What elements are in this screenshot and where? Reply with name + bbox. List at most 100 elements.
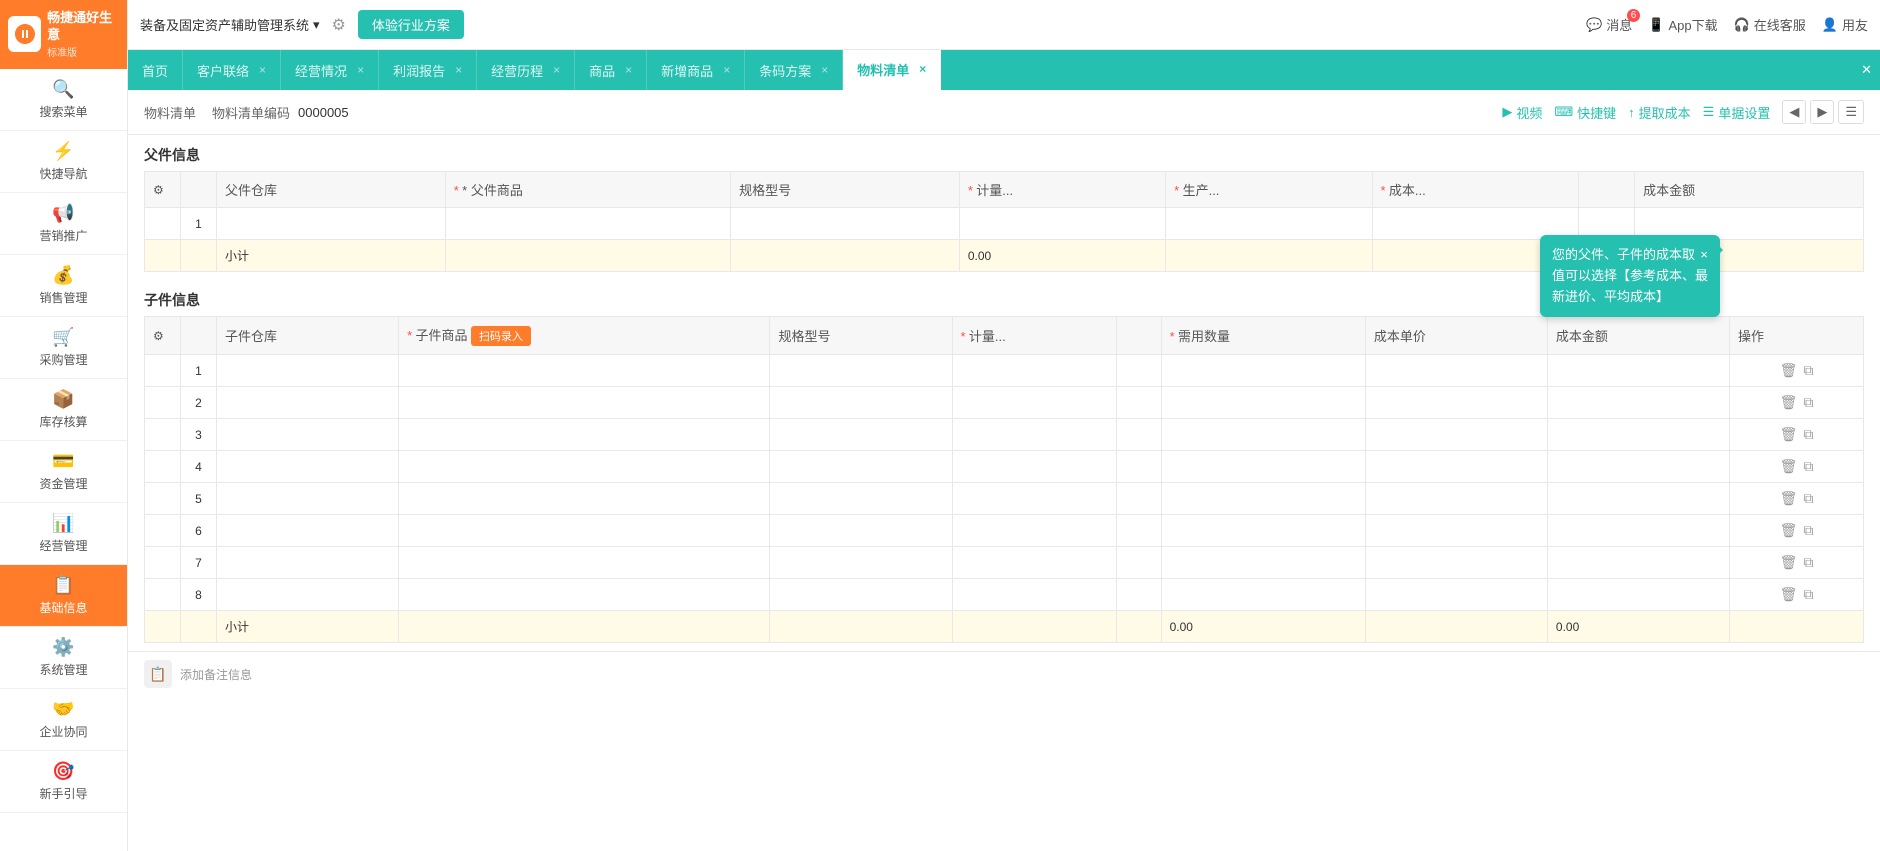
tab-close-icon[interactable]: × [455, 63, 462, 77]
copy-icon[interactable]: ⧉ [1803, 522, 1813, 539]
child-row-spec[interactable] [770, 387, 952, 419]
sidebar-item-operation[interactable]: 📊 经营管理 [0, 503, 127, 565]
sidebar-item-quick-nav[interactable]: ⚡ 快捷导航 [0, 131, 127, 193]
child-row-unit[interactable] [952, 419, 1116, 451]
sidebar-item-basic[interactable]: 📋 基础信息 [0, 565, 127, 627]
child-row-unit-cost[interactable] [1365, 579, 1547, 611]
sidebar-item-marketing[interactable]: 📢 营销推广 [0, 193, 127, 255]
tooltip-close-button[interactable]: × [1700, 245, 1708, 266]
nav-list-button[interactable]: ☰ [1838, 100, 1864, 124]
child-row-unit-cost[interactable] [1365, 483, 1547, 515]
tab-close-icon[interactable]: × [723, 63, 730, 77]
tab-close-icon[interactable]: × [919, 62, 926, 76]
child-row-qty[interactable] [1161, 387, 1365, 419]
tab-nav-end[interactable]: ✕ [1861, 62, 1880, 78]
add-note-icon[interactable]: 📋 [144, 660, 172, 688]
child-row-qty[interactable] [1161, 355, 1365, 387]
child-row-warehouse[interactable] [217, 355, 399, 387]
copy-icon[interactable]: ⧉ [1803, 394, 1813, 411]
tab-goods[interactable]: 商品 × [575, 50, 647, 90]
sidebar-item-sales[interactable]: 💰 销售管理 [0, 255, 127, 317]
delete-icon[interactable]: 🗑 [1780, 554, 1798, 571]
child-row-qty[interactable] [1161, 483, 1365, 515]
sidebar-item-search[interactable]: 🔍 搜索菜单 [0, 69, 127, 131]
sidebar-item-guide[interactable]: 🎯 新手引导 [0, 751, 127, 813]
child-row-unit-cost[interactable] [1365, 387, 1547, 419]
shortcut-action[interactable]: ⌨ 快捷键 [1554, 103, 1616, 122]
child-row-unit[interactable] [952, 515, 1116, 547]
child-row-qty[interactable] [1161, 547, 1365, 579]
child-row-warehouse[interactable] [217, 419, 399, 451]
child-row-unit-cost[interactable] [1365, 419, 1547, 451]
child-row-product[interactable] [399, 419, 770, 451]
child-row-unit[interactable] [952, 483, 1116, 515]
child-row-unit[interactable] [952, 387, 1116, 419]
copy-icon[interactable]: ⧉ [1803, 362, 1813, 379]
settings-icon[interactable]: ⚙ [328, 11, 350, 39]
delete-icon[interactable]: 🗑 [1780, 394, 1798, 411]
delete-icon[interactable]: 🗑 [1780, 586, 1798, 603]
scan-input-button[interactable]: 扫码录入 [471, 326, 531, 346]
copy-icon[interactable]: ⧉ [1803, 458, 1813, 475]
child-row-spec[interactable] [770, 355, 952, 387]
delete-icon[interactable]: 🗑 [1780, 362, 1798, 379]
parent-row-unit[interactable] [959, 208, 1165, 240]
child-row-qty[interactable] [1161, 579, 1365, 611]
view-action[interactable]: ▶ 视频 [1502, 103, 1542, 122]
tab-barcode[interactable]: 条码方案 × [745, 50, 843, 90]
child-row-unit-cost[interactable] [1365, 355, 1547, 387]
child-row-unit[interactable] [952, 355, 1116, 387]
child-row-warehouse[interactable] [217, 387, 399, 419]
child-row-spec[interactable] [770, 419, 952, 451]
online-support-button[interactable]: 🎧 在线客服 [1734, 15, 1806, 34]
child-row-product[interactable] [399, 515, 770, 547]
tab-operation-history[interactable]: 经营历程 × [477, 50, 575, 90]
tab-close-icon[interactable]: × [625, 63, 632, 77]
child-row-product[interactable] [399, 451, 770, 483]
copy-icon[interactable]: ⧉ [1803, 586, 1813, 603]
trial-button[interactable]: 体验行业方案 [358, 10, 464, 39]
child-row-spec[interactable] [770, 515, 952, 547]
parent-row-product[interactable] [445, 208, 730, 240]
copy-icon[interactable]: ⧉ [1803, 426, 1813, 443]
tab-profit-report[interactable]: 利润报告 × [379, 50, 477, 90]
delete-icon[interactable]: 🗑 [1780, 522, 1798, 539]
child-row-warehouse[interactable] [217, 515, 399, 547]
child-row-unit-cost[interactable] [1365, 451, 1547, 483]
parent-row-spec[interactable] [731, 208, 960, 240]
extract-cost-action[interactable]: ↑ 提取成本 [1628, 103, 1691, 122]
tab-close-icon[interactable]: × [553, 63, 560, 77]
sidebar-item-collab[interactable]: 🤝 企业协同 [0, 689, 127, 751]
copy-icon[interactable]: ⧉ [1803, 490, 1813, 507]
child-row-qty[interactable] [1161, 451, 1365, 483]
tab-operation-status[interactable]: 经营情况 × [281, 50, 379, 90]
child-row-product[interactable] [399, 547, 770, 579]
sidebar-item-purchase[interactable]: 🛒 采购管理 [0, 317, 127, 379]
child-row-unit-cost[interactable] [1365, 547, 1547, 579]
copy-icon[interactable]: ⧉ [1803, 554, 1813, 571]
tab-close-icon[interactable]: × [357, 63, 364, 77]
child-row-spec[interactable] [770, 547, 952, 579]
delete-icon[interactable]: 🗑 [1780, 458, 1798, 475]
user-menu[interactable]: 👤 用友 [1822, 15, 1868, 34]
sidebar-item-inventory[interactable]: 📦 库存核算 [0, 379, 127, 441]
tab-customer[interactable]: 客户联络 × [183, 50, 281, 90]
child-row-unit-cost[interactable] [1365, 515, 1547, 547]
child-row-spec[interactable] [770, 483, 952, 515]
delete-icon[interactable]: 🗑 [1780, 426, 1798, 443]
child-row-spec[interactable] [770, 579, 952, 611]
parent-row-production[interactable] [1166, 208, 1372, 240]
tab-add-goods[interactable]: 新增商品 × [647, 50, 745, 90]
child-row-unit[interactable] [952, 547, 1116, 579]
single-settings-action[interactable]: ☰ 单据设置 [1703, 103, 1771, 122]
delete-icon[interactable]: 🗑 [1780, 490, 1798, 507]
child-row-warehouse[interactable] [217, 547, 399, 579]
child-row-warehouse[interactable] [217, 451, 399, 483]
child-row-product[interactable] [399, 355, 770, 387]
tab-home[interactable]: 首页 [128, 50, 183, 90]
tab-close-icon[interactable]: × [821, 63, 828, 77]
child-row-warehouse[interactable] [217, 483, 399, 515]
app-download-button[interactable]: 📱 App下载 [1648, 15, 1717, 34]
child-row-product[interactable] [399, 579, 770, 611]
child-row-unit[interactable] [952, 579, 1116, 611]
